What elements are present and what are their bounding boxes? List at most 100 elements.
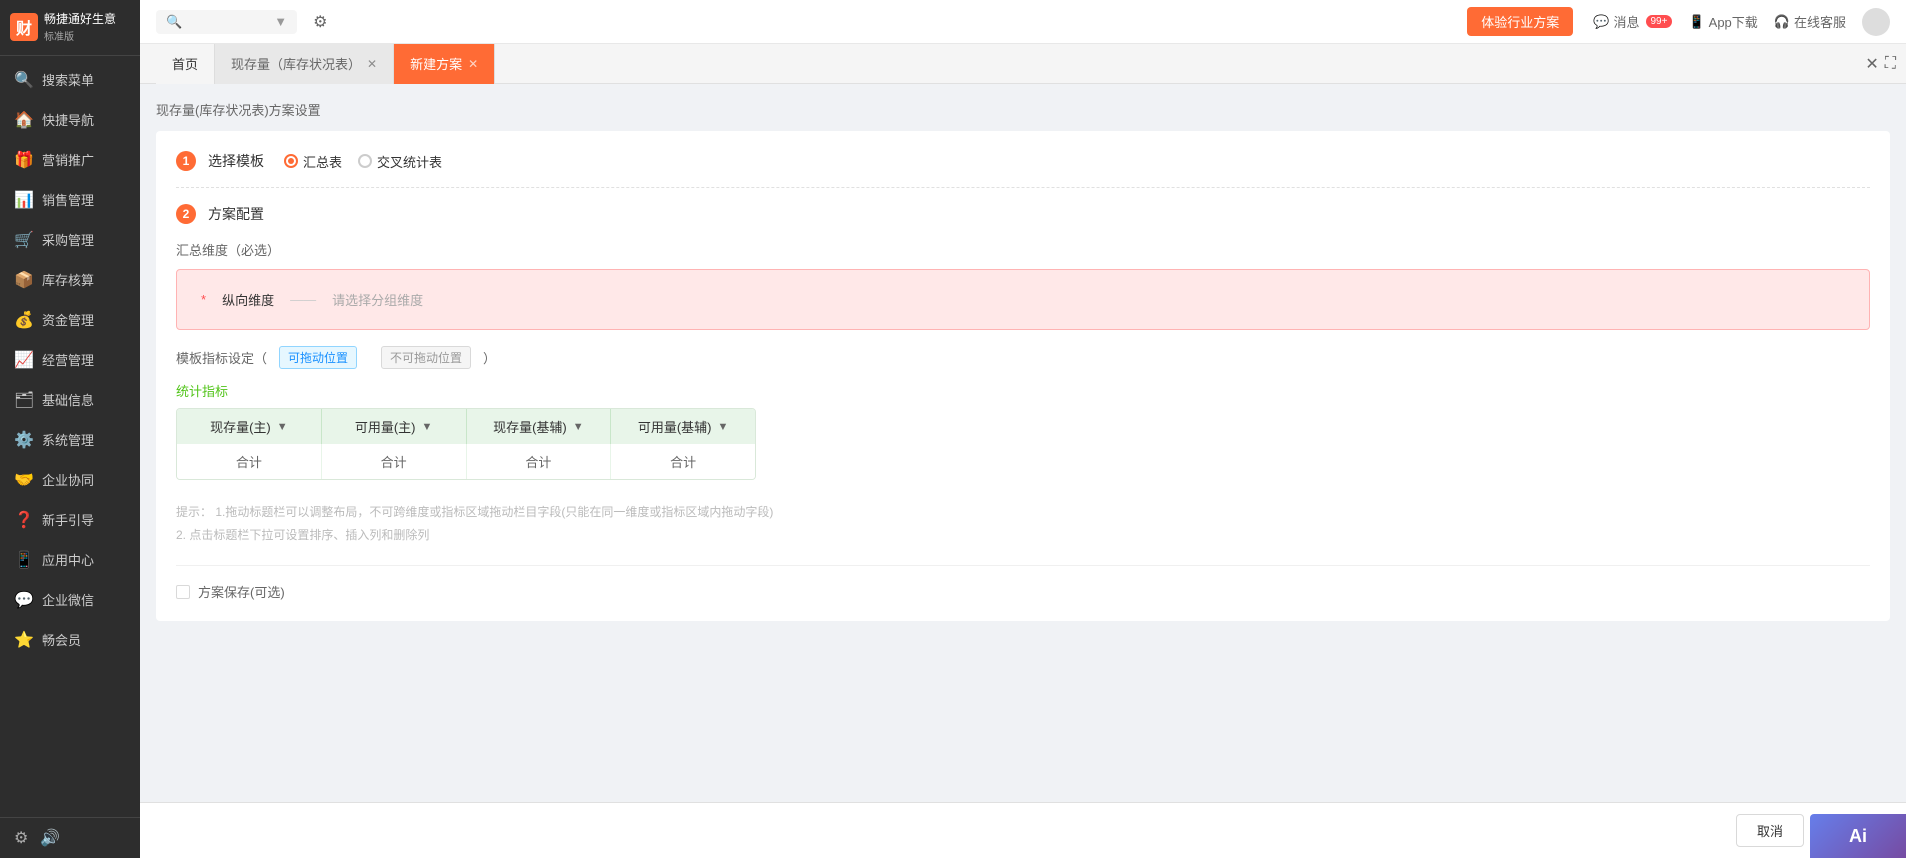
- radio-cross[interactable]: 交叉统计表: [358, 152, 442, 171]
- audio-icon[interactable]: 🔊: [40, 828, 60, 848]
- sidebar-item-label: 搜索菜单: [42, 70, 94, 89]
- sidebar-item-new-guide[interactable]: ❓ 新手引导: [0, 500, 140, 540]
- col-label-3: 可用量(基辅): [638, 417, 712, 436]
- online-service-button[interactable]: 🎧 在线客服: [1774, 12, 1846, 31]
- sidebar-item-finance[interactable]: 💰 资金管理: [0, 300, 140, 340]
- content-area: 现存量(库存状况表)方案设置 1 选择模板 汇总表 交叉统计表: [140, 84, 1906, 802]
- indicator-data-row: 合计 合计 合计 合计: [177, 444, 755, 479]
- dimension-section-label: 汇总维度（必选）: [176, 240, 1870, 259]
- col-header-2[interactable]: 现存量(基辅) ▼: [467, 409, 612, 444]
- messages-button[interactable]: 💬 消息 99+: [1593, 12, 1672, 31]
- trial-button[interactable]: 体验行业方案: [1467, 7, 1573, 36]
- scheme-panel: 1 选择模板 汇总表 交叉统计表 2 方案配置: [156, 131, 1890, 621]
- indicator-header-row: 现存量(主) ▼ 可用量(主) ▼ 现存量(基辅) ▼ 可用量(基辅) ▼: [177, 409, 755, 444]
- settings-icon[interactable]: ⚙: [14, 828, 28, 848]
- cancel-button[interactable]: 取消: [1736, 814, 1804, 847]
- col-header-3[interactable]: 可用量(基辅) ▼: [611, 409, 755, 444]
- col-header-1[interactable]: 可用量(主) ▼: [322, 409, 467, 444]
- sidebar-item-label: 资金管理: [42, 310, 94, 329]
- tab-inventory-label: 现存量（库存状况表）: [231, 54, 361, 73]
- sidebar-item-operations[interactable]: 📈 经营管理: [0, 340, 140, 380]
- dimension-field-label: 纵向维度: [222, 290, 274, 309]
- draggable-tag: 可拖动位置: [279, 346, 357, 369]
- tab-new-scheme-close-icon[interactable]: ✕: [468, 57, 478, 71]
- sidebar-item-purchase[interactable]: 🛒 采购管理: [0, 220, 140, 260]
- tab-close-icon[interactable]: ✕: [367, 57, 377, 71]
- col-label-2: 现存量(基辅): [493, 417, 567, 436]
- message-icon: 💬: [1593, 14, 1609, 30]
- ai-badge[interactable]: Ai: [1810, 814, 1906, 858]
- sidebar-item-sales[interactable]: 📊 销售管理: [0, 180, 140, 220]
- user-avatar[interactable]: [1862, 8, 1890, 36]
- tip1: 提示： 1.拖动标题栏可以调整布局，不可跨维度或指标区域拖动栏目字段(只能在同一…: [176, 503, 1870, 522]
- sidebar: 财 畅捷通好生意 标准版 🔍 搜索菜单 🏠 快捷导航 🎁 营销推广 📊 销售管理…: [0, 0, 140, 858]
- chevron-down-icon-2: ▼: [573, 421, 584, 433]
- dimension-box: * 纵向维度 —— 请选择分组维度: [176, 269, 1870, 330]
- handshake-icon: 🤝: [14, 470, 34, 490]
- save-scheme-checkbox[interactable]: [176, 585, 190, 599]
- sidebar-item-member[interactable]: ⭐ 畅会员: [0, 620, 140, 660]
- sidebar-item-quick-nav[interactable]: 🏠 快捷导航: [0, 100, 140, 140]
- gift-icon: 🎁: [14, 150, 34, 170]
- radio-cross-circle: [358, 154, 372, 168]
- dimension-placeholder: 请选择分组维度: [332, 290, 423, 309]
- app-edition: 标准版: [44, 28, 116, 43]
- sidebar-item-marketing[interactable]: 🎁 营销推广: [0, 140, 140, 180]
- radio-cross-label: 交叉统计表: [377, 152, 442, 171]
- sidebar-item-label: 快捷导航: [42, 110, 94, 129]
- chevron-down-icon-3: ▼: [718, 421, 729, 433]
- non-draggable-tag: 不可拖动位置: [381, 346, 471, 369]
- col-data-0: 合计: [177, 444, 322, 479]
- radio-summary[interactable]: 汇总表: [284, 152, 342, 171]
- star-icon: ⭐: [14, 630, 34, 650]
- sidebar-item-basic[interactable]: 🗂 基础信息: [0, 380, 140, 420]
- gear-icon: ⚙️: [14, 430, 34, 450]
- col-data-3: 合计: [611, 444, 755, 479]
- chevron-down-icon-0: ▼: [277, 421, 288, 433]
- sidebar-item-label: 采购管理: [42, 230, 94, 249]
- sidebar-item-label: 畅会员: [42, 630, 81, 649]
- tab-home[interactable]: 首页: [156, 44, 215, 84]
- sidebar-item-label: 营销推广: [42, 150, 94, 169]
- sidebar-item-inventory[interactable]: 📦 库存核算: [0, 260, 140, 300]
- radio-summary-circle: [284, 154, 298, 168]
- bottom-bar: 取消 查询: [140, 802, 1906, 858]
- sidebar-footer: ⚙ 🔊: [0, 817, 140, 858]
- sidebar-item-label: 销售管理: [42, 190, 94, 209]
- topbar-search-box[interactable]: 🔍 ▼: [156, 10, 297, 34]
- search-icon: 🔍: [166, 14, 182, 30]
- tab-inventory-status[interactable]: 现存量（库存状况表） ✕: [215, 44, 394, 84]
- expand-icon[interactable]: ⛶: [1885, 55, 1896, 73]
- close-window-icon[interactable]: ✕: [1865, 54, 1878, 74]
- sidebar-item-wechat[interactable]: 💬 企业微信: [0, 580, 140, 620]
- sidebar-item-contract[interactable]: 🤝 企业协同: [0, 460, 140, 500]
- col-data-2: 合计: [467, 444, 612, 479]
- col-header-0[interactable]: 现存量(主) ▼: [177, 409, 322, 444]
- home-icon: 🏠: [14, 110, 34, 130]
- app-download-label: App下载: [1709, 12, 1758, 31]
- sidebar-item-search[interactable]: 🔍 搜索菜单: [0, 60, 140, 100]
- step1-row: 1 选择模板 汇总表 交叉统计表: [176, 151, 1870, 171]
- search-icon: 🔍: [14, 70, 34, 90]
- step2-label: 方案配置: [208, 204, 264, 224]
- app-download-button[interactable]: 📱 App下载: [1688, 12, 1757, 31]
- search-input[interactable]: [188, 15, 268, 29]
- chevron-down-icon-1: ▼: [422, 421, 433, 433]
- indicator-table: 现存量(主) ▼ 可用量(主) ▼ 现存量(基辅) ▼ 可用量(基辅) ▼: [176, 408, 756, 480]
- message-badge: 99+: [1646, 15, 1673, 28]
- main-content: 🔍 ▼ ⚙ 体验行业方案 💬 消息 99+ 📱 App下载 🎧 在线客服: [140, 0, 1906, 858]
- tip-prefix: 提示：: [176, 505, 212, 519]
- sidebar-item-app-center[interactable]: 📱 应用中心: [0, 540, 140, 580]
- sidebar-item-system[interactable]: ⚙️ 系统管理: [0, 420, 140, 460]
- tips-section: 提示： 1.拖动标题栏可以调整布局，不可跨维度或指标区域拖动栏目字段(只能在同一…: [176, 503, 1870, 545]
- sidebar-item-label: 系统管理: [42, 430, 94, 449]
- cart-icon: 🛒: [14, 230, 34, 250]
- save-scheme-label: 方案保存(可选): [198, 582, 285, 601]
- tabbar: 首页 现存量（库存状况表） ✕ 新建方案 ✕ ✕ ⛶: [140, 44, 1906, 84]
- indicator-settings: 模板指标设定（ 可拖动位置 不可拖动位置 ）: [176, 346, 1870, 369]
- template-radio-group: 汇总表 交叉统计表: [284, 152, 442, 171]
- step2-badge: 2: [176, 204, 196, 224]
- tab-new-scheme[interactable]: 新建方案 ✕: [394, 44, 495, 84]
- app-name: 畅捷通好生意: [44, 12, 116, 28]
- settings-gear-icon[interactable]: ⚙: [313, 12, 327, 32]
